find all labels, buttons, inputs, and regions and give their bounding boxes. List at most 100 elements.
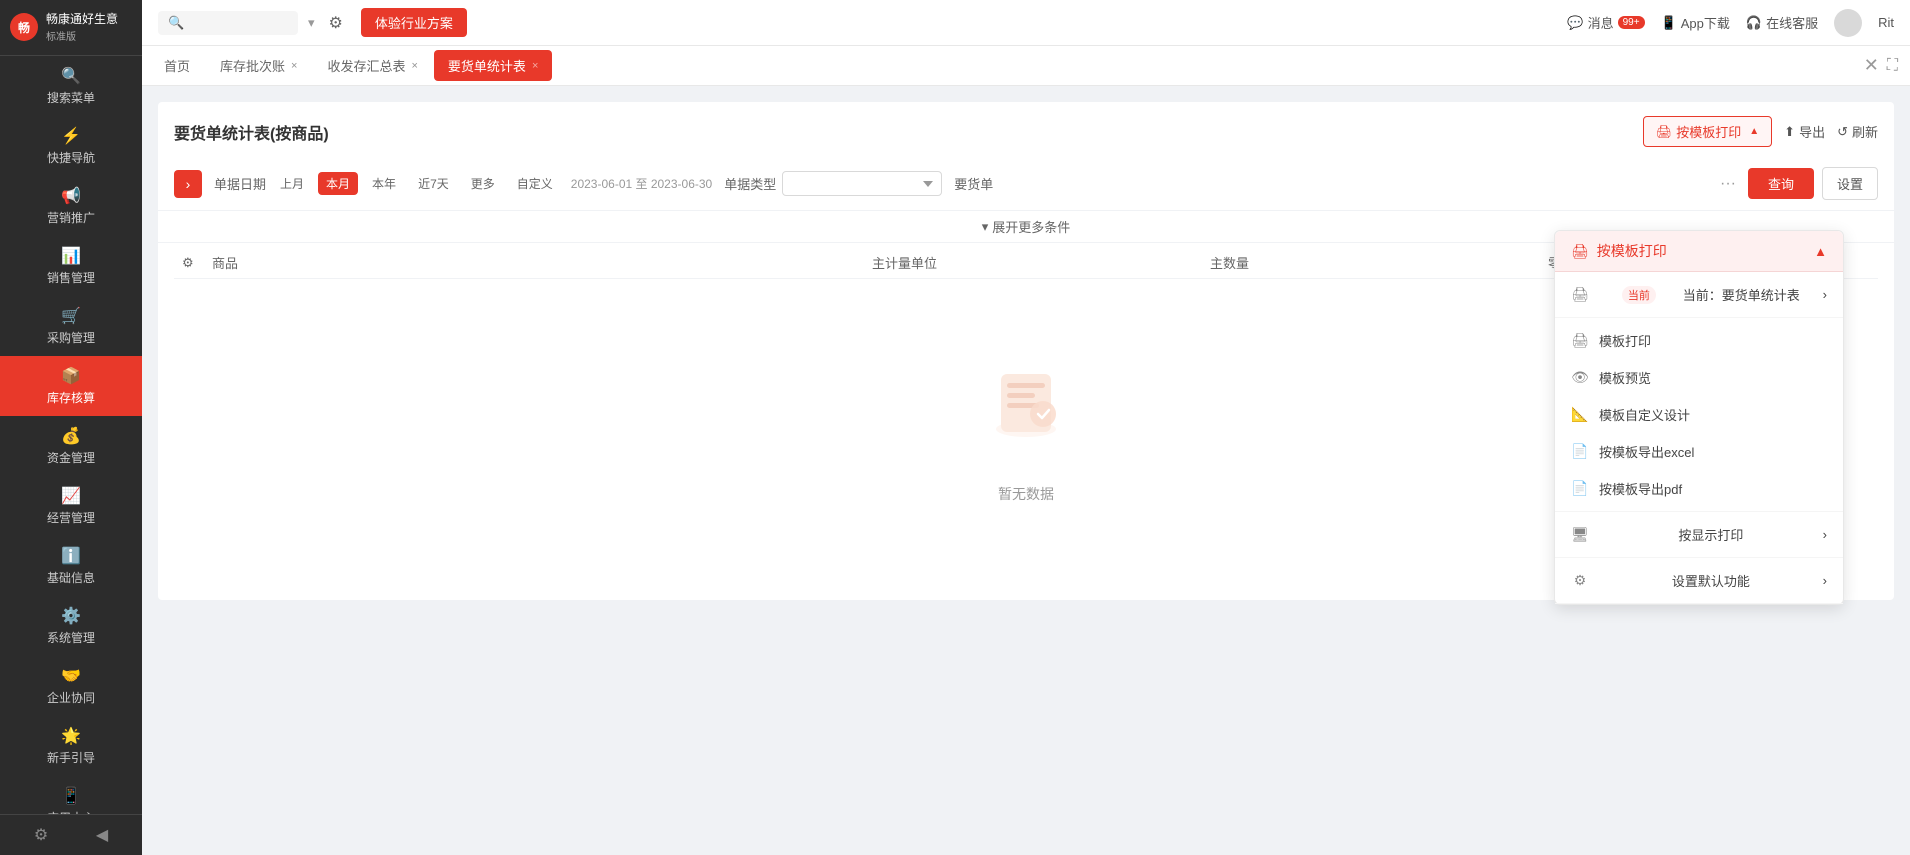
online-service-btn[interactable]: 🎧 在线客服 <box>1746 13 1818 32</box>
sidebar-item-label: 资金管理 <box>47 449 95 466</box>
topbar-search-box[interactable]: 🔍 <box>158 11 298 35</box>
dropdown-item-template-preview[interactable]: 👁 模板预览 <box>1555 359 1843 396</box>
date-btn-last-7[interactable]: 近7天 <box>410 172 457 195</box>
display-print-icon: 🖥 <box>1571 526 1589 543</box>
tab-home[interactable]: 首页 <box>150 50 204 81</box>
sidebar-item-search[interactable]: 🔍 搜索菜单 <box>0 56 142 116</box>
tab-inventory-batch-close[interactable]: × <box>291 60 297 72</box>
refresh-icon: ↺ <box>1837 124 1848 140</box>
current-badge: 当前 <box>1622 286 1656 304</box>
col-qty: 主数量 <box>1202 253 1540 272</box>
sidebar-item-label: 系统管理 <box>47 629 95 646</box>
tab-order-summary-close[interactable]: × <box>532 60 538 72</box>
sidebar-item-sales[interactable]: 📊 销售管理 <box>0 236 142 296</box>
sidebar-item-quick-nav[interactable]: ⚡ 快捷导航 <box>0 116 142 176</box>
finance-icon: 💰 <box>61 426 81 446</box>
sidebar-nav: 🔍 搜索菜单 ⚡ 快捷导航 📢 营销推广 📊 销售管理 🛒 采购管理 📦 库存核… <box>0 56 142 814</box>
query-btn[interactable]: 查询 <box>1748 168 1814 199</box>
printer-icon: 🖨 <box>1571 243 1589 260</box>
type-filter-select[interactable] <box>782 171 942 196</box>
expand-icon: ▾ <box>982 219 989 235</box>
logo-icon: 畅 <box>10 13 38 41</box>
dropdown-display-print[interactable]: 🖥 按显示打印 › <box>1555 516 1843 553</box>
system-icon: ⚙️ <box>61 606 81 626</box>
app-download-btn[interactable]: 📱 App下载 <box>1661 13 1730 32</box>
default-func-icon: ⚙ <box>1571 572 1589 589</box>
display-arrow-icon: › <box>1823 527 1827 542</box>
sidebar-item-operations[interactable]: 📈 经营管理 <box>0 476 142 536</box>
template-print-icon: 🖨 <box>1571 332 1589 349</box>
sidebar-footer: ⚙ ◀ <box>0 814 142 855</box>
topbar-right: 💬 消息 99+ 📱 App下载 🎧 在线客服 Rit <box>1567 9 1894 37</box>
message-badge: 99+ <box>1618 16 1645 29</box>
search-input[interactable] <box>190 16 270 30</box>
more-options-btn[interactable]: ··· <box>1716 175 1740 193</box>
date-btn-custom[interactable]: 自定义 <box>509 172 561 195</box>
print-dropdown-popup: 🖨 按模板打印 ▲ 🖨 当前 当前：要货单统计表 › 🖨 模板打印 <box>1554 230 1844 605</box>
tab-collection-summary[interactable]: 收发存汇总表 × <box>313 50 431 81</box>
sidebar-item-label: 采购管理 <box>47 329 95 346</box>
sidebar-item-label: 基础信息 <box>47 569 95 586</box>
sidebar-settings-btn[interactable]: ⚙ <box>34 825 48 845</box>
date-btn-this-month[interactable]: 本月 <box>318 172 358 195</box>
dropdown-close-chevron[interactable]: ▲ <box>1814 244 1827 259</box>
tab-inventory-batch[interactable]: 库存批次账 × <box>206 50 311 81</box>
sidebar-item-label: 库存核算 <box>47 389 95 406</box>
topbar-dropdown-arrow[interactable]: ▾ <box>308 15 315 31</box>
expand-more-btn[interactable]: ▾ 展开更多条件 <box>966 211 1087 242</box>
dropdown-item-export-pdf[interactable]: 📄 按模板导出pdf <box>1555 470 1843 507</box>
message-btn[interactable]: 💬 消息 99+ <box>1567 13 1644 32</box>
trial-btn[interactable]: 体验行业方案 <box>361 8 467 37</box>
dropdown-current-item[interactable]: 🖨 当前 当前：要货单统计表 › <box>1555 276 1843 313</box>
sidebar-item-basic[interactable]: ℹ️ 基础信息 <box>0 536 142 596</box>
export-excel-icon: 📄 <box>1571 443 1589 460</box>
export-btn[interactable]: ⬆ 导出 <box>1784 122 1825 141</box>
date-btn-group: 上月 本月 本年 近7天 更多 自定义 <box>272 172 561 195</box>
quick-nav-icon: ⚡ <box>61 126 81 146</box>
message-icon: 💬 <box>1567 15 1583 31</box>
dropdown-item-export-excel[interactable]: 📄 按模板导出excel <box>1555 433 1843 470</box>
page-header-actions: 🖨 按模板打印 ▲ ⬆ 导出 ↺ 刷新 <box>1643 116 1878 147</box>
print-chevron-icon: ▲ <box>1749 126 1759 137</box>
date-btn-this-year[interactable]: 本年 <box>364 172 404 195</box>
refresh-btn[interactable]: ↺ 刷新 <box>1837 122 1878 141</box>
dropdown-item-template-design[interactable]: 📐 模板自定义设计 <box>1555 396 1843 433</box>
tab-order-summary-label: 要货单统计表 <box>448 56 526 75</box>
sidebar-item-marketing[interactable]: 📢 营销推广 <box>0 176 142 236</box>
topbar-settings-icon[interactable]: ⚙ <box>329 13 343 33</box>
dropdown-default-section: ⚙ 设置默认功能 › <box>1555 558 1843 604</box>
empty-icon <box>981 359 1071 468</box>
sidebar-item-collab[interactable]: 🤝 企业协同 <box>0 656 142 716</box>
col-settings[interactable]: ⚙ <box>174 255 204 271</box>
guide-icon: 🌟 <box>61 726 81 746</box>
sidebar-item-appstore[interactable]: 📱 应用中心 <box>0 776 142 814</box>
service-icon: 🎧 <box>1746 15 1762 31</box>
search-icon: 🔍 <box>61 66 81 86</box>
filter-toggle-btn[interactable]: › <box>174 170 202 198</box>
settings-btn[interactable]: 设置 <box>1822 167 1878 200</box>
tab-collection-summary-label: 收发存汇总表 <box>327 56 405 75</box>
logo-text: 畅康通好生意 标准版 <box>46 12 118 43</box>
dropdown-current-section: 🖨 当前 当前：要货单统计表 › <box>1555 272 1843 318</box>
tab-order-summary[interactable]: 要货单统计表 × <box>434 50 552 81</box>
sidebar-collapse-btn[interactable]: ◀ <box>96 825 108 845</box>
date-btn-prev-month[interactable]: 上月 <box>272 172 312 195</box>
date-btn-more[interactable]: 更多 <box>463 172 503 195</box>
main-area: 🔍 ▾ ⚙ 体验行业方案 💬 消息 99+ 📱 App下载 🎧 在线客服 Rit <box>142 0 1910 855</box>
sidebar-item-label: 营销推广 <box>47 209 95 226</box>
dropdown-header: 🖨 按模板打印 ▲ <box>1555 231 1843 272</box>
tabbar-close-btn[interactable]: ✕ <box>1860 55 1883 76</box>
sidebar-item-purchase[interactable]: 🛒 采购管理 <box>0 296 142 356</box>
export-icon: ⬆ <box>1784 124 1795 140</box>
sidebar-item-label: 销售管理 <box>47 269 95 286</box>
tab-collection-summary-close[interactable]: × <box>411 60 417 72</box>
sidebar-item-inventory[interactable]: 📦 库存核算 <box>0 356 142 416</box>
sidebar-item-guide[interactable]: 🌟 新手引导 <box>0 716 142 776</box>
tabbar-expand-btn[interactable]: ⛶ <box>1883 57 1902 75</box>
sidebar-item-system[interactable]: ⚙️ 系统管理 <box>0 596 142 656</box>
user-avatar[interactable] <box>1834 9 1862 37</box>
dropdown-item-template-print[interactable]: 🖨 模板打印 <box>1555 322 1843 359</box>
sidebar-item-finance[interactable]: 💰 资金管理 <box>0 416 142 476</box>
print-template-btn[interactable]: 🖨 按模板打印 ▲ <box>1643 116 1772 147</box>
dropdown-default-func[interactable]: ⚙ 设置默认功能 › <box>1555 562 1843 599</box>
